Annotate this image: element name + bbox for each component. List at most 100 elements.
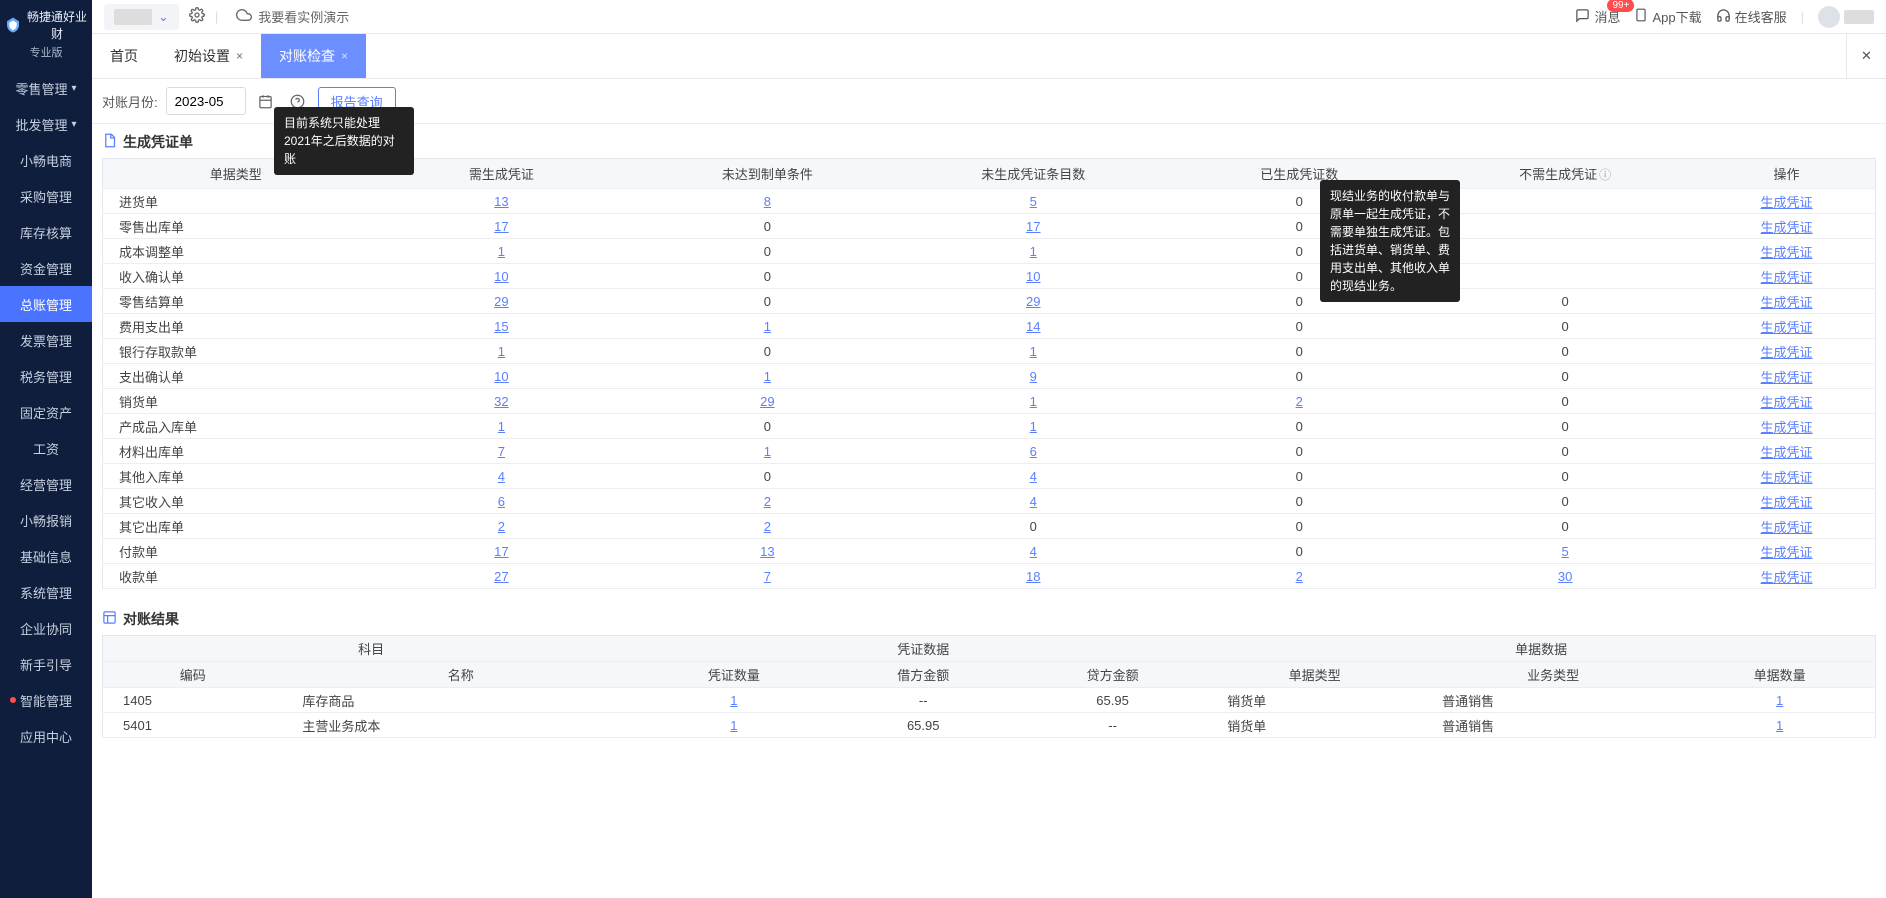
cell[interactable]: 10 xyxy=(368,264,634,289)
sidebar-item[interactable]: 固定资产 xyxy=(0,394,92,430)
cell[interactable]: 1 xyxy=(900,389,1166,414)
action-cell[interactable]: 生成凭证 xyxy=(1698,314,1875,339)
sidebar-item[interactable]: 批发管理▾ xyxy=(0,106,92,142)
action-cell[interactable]: 生成凭证 xyxy=(1698,239,1875,264)
cell[interactable]: 17 xyxy=(368,214,634,239)
messages-button[interactable]: 消息 99+ xyxy=(1575,7,1620,26)
action-cell[interactable]: 生成凭证 xyxy=(1698,339,1875,364)
close-icon[interactable]: × xyxy=(236,49,243,63)
sidebar-item[interactable]: 零售管理▾ xyxy=(0,70,92,106)
cell[interactable]: 8 xyxy=(634,189,900,214)
sidebar-item[interactable]: 经营管理 xyxy=(0,466,92,502)
sidebar-item[interactable]: 采购管理 xyxy=(0,178,92,214)
cell[interactable]: 5 xyxy=(900,189,1166,214)
cell[interactable]: 15 xyxy=(368,314,634,339)
cell[interactable]: 9 xyxy=(900,364,1166,389)
service-button[interactable]: 在线客服 xyxy=(1716,7,1787,26)
action-cell[interactable]: 生成凭证 xyxy=(1698,514,1875,539)
cell[interactable]: 32 xyxy=(368,389,634,414)
sidebar-item[interactable]: 应用中心 xyxy=(0,718,92,754)
cell[interactable]: 30 xyxy=(1432,564,1698,589)
user-menu[interactable] xyxy=(1818,6,1874,28)
cell[interactable]: 5 xyxy=(1432,539,1698,564)
cell[interactable]: 17 xyxy=(900,214,1166,239)
tab[interactable]: 初始设置× xyxy=(156,34,261,78)
help-icon[interactable]: ⓘ xyxy=(1599,168,1611,182)
action-cell[interactable]: 生成凭证 xyxy=(1698,364,1875,389)
sidebar-item[interactable]: 智能管理 xyxy=(0,682,92,718)
sidebar-label: 应用中心 xyxy=(20,727,72,746)
cell[interactable]: 1 xyxy=(900,414,1166,439)
tab[interactable]: 首页 xyxy=(92,34,156,78)
action-cell[interactable]: 生成凭证 xyxy=(1698,489,1875,514)
sidebar-item[interactable]: 小畅电商 xyxy=(0,142,92,178)
cell[interactable]: 1 xyxy=(1684,713,1875,738)
cell[interactable]: 1 xyxy=(368,239,634,264)
sidebar-item[interactable]: 小畅报销 xyxy=(0,502,92,538)
cell[interactable]: 17 xyxy=(368,539,634,564)
cell[interactable]: 29 xyxy=(900,289,1166,314)
cell[interactable]: 1 xyxy=(634,364,900,389)
cell[interactable]: 4 xyxy=(900,539,1166,564)
action-cell[interactable]: 生成凭证 xyxy=(1698,264,1875,289)
action-cell[interactable]: 生成凭证 xyxy=(1698,189,1875,214)
close-all-tabs[interactable]: ✕ xyxy=(1846,34,1886,78)
sidebar-item[interactable]: 工资 xyxy=(0,430,92,466)
cell[interactable]: 2 xyxy=(1166,389,1432,414)
cell[interactable]: 6 xyxy=(900,439,1166,464)
month-input[interactable] xyxy=(166,87,246,115)
cell[interactable]: 13 xyxy=(368,189,634,214)
cell[interactable]: 1 xyxy=(639,713,828,738)
action-cell[interactable]: 生成凭证 xyxy=(1698,289,1875,314)
cell[interactable]: 4 xyxy=(368,464,634,489)
cell[interactable]: 10 xyxy=(368,364,634,389)
cell[interactable]: 7 xyxy=(634,564,900,589)
cell[interactable]: 1 xyxy=(634,314,900,339)
sidebar-item[interactable]: 资金管理 xyxy=(0,250,92,286)
cell[interactable]: 4 xyxy=(900,464,1166,489)
close-icon[interactable]: × xyxy=(341,49,348,63)
tab[interactable]: 对账检查× xyxy=(261,34,366,78)
sidebar-item[interactable]: 企业协同 xyxy=(0,610,92,646)
cell[interactable]: 1 xyxy=(1684,688,1875,713)
cell[interactable]: 10 xyxy=(900,264,1166,289)
cell[interactable]: 14 xyxy=(900,314,1166,339)
company-selector[interactable]: ⌄ xyxy=(104,4,179,30)
cell[interactable]: 1 xyxy=(634,439,900,464)
cell[interactable]: 7 xyxy=(368,439,634,464)
sidebar-item[interactable]: 新手引导 xyxy=(0,646,92,682)
action-cell[interactable]: 生成凭证 xyxy=(1698,464,1875,489)
cell[interactable]: 27 xyxy=(368,564,634,589)
cell[interactable]: 18 xyxy=(900,564,1166,589)
action-cell[interactable]: 生成凭证 xyxy=(1698,539,1875,564)
demo-link[interactable]: 我要看实例演示 xyxy=(236,7,349,26)
sidebar-item[interactable]: 税务管理 xyxy=(0,358,92,394)
cell[interactable]: 29 xyxy=(368,289,634,314)
sidebar-item[interactable]: 系统管理 xyxy=(0,574,92,610)
sidebar-item[interactable]: 库存核算 xyxy=(0,214,92,250)
sidebar-item[interactable]: 发票管理 xyxy=(0,322,92,358)
cell[interactable]: 13 xyxy=(634,539,900,564)
cell[interactable]: 1 xyxy=(900,239,1166,264)
app-download-button[interactable]: App下载 xyxy=(1634,7,1701,26)
cell[interactable]: 2 xyxy=(634,489,900,514)
sidebar-item[interactable]: 基础信息 xyxy=(0,538,92,574)
cell[interactable]: 29 xyxy=(634,389,900,414)
cell[interactable]: 6 xyxy=(368,489,634,514)
cell[interactable]: 1 xyxy=(639,688,828,713)
gear-icon[interactable] xyxy=(189,7,205,26)
action-cell[interactable]: 生成凭证 xyxy=(1698,439,1875,464)
sidebar-item[interactable]: 总账管理 xyxy=(0,286,92,322)
cell[interactable]: 2 xyxy=(368,514,634,539)
cell[interactable]: 4 xyxy=(900,489,1166,514)
action-cell[interactable]: 生成凭证 xyxy=(1698,214,1875,239)
cell[interactable]: 1 xyxy=(368,414,634,439)
action-cell[interactable]: 生成凭证 xyxy=(1698,564,1875,589)
action-cell[interactable]: 生成凭证 xyxy=(1698,389,1875,414)
cell[interactable]: 2 xyxy=(1166,564,1432,589)
col-header: 不需生成凭证ⓘ xyxy=(1432,159,1698,189)
cell[interactable]: 2 xyxy=(634,514,900,539)
cell[interactable]: 1 xyxy=(368,339,634,364)
cell[interactable]: 1 xyxy=(900,339,1166,364)
action-cell[interactable]: 生成凭证 xyxy=(1698,414,1875,439)
